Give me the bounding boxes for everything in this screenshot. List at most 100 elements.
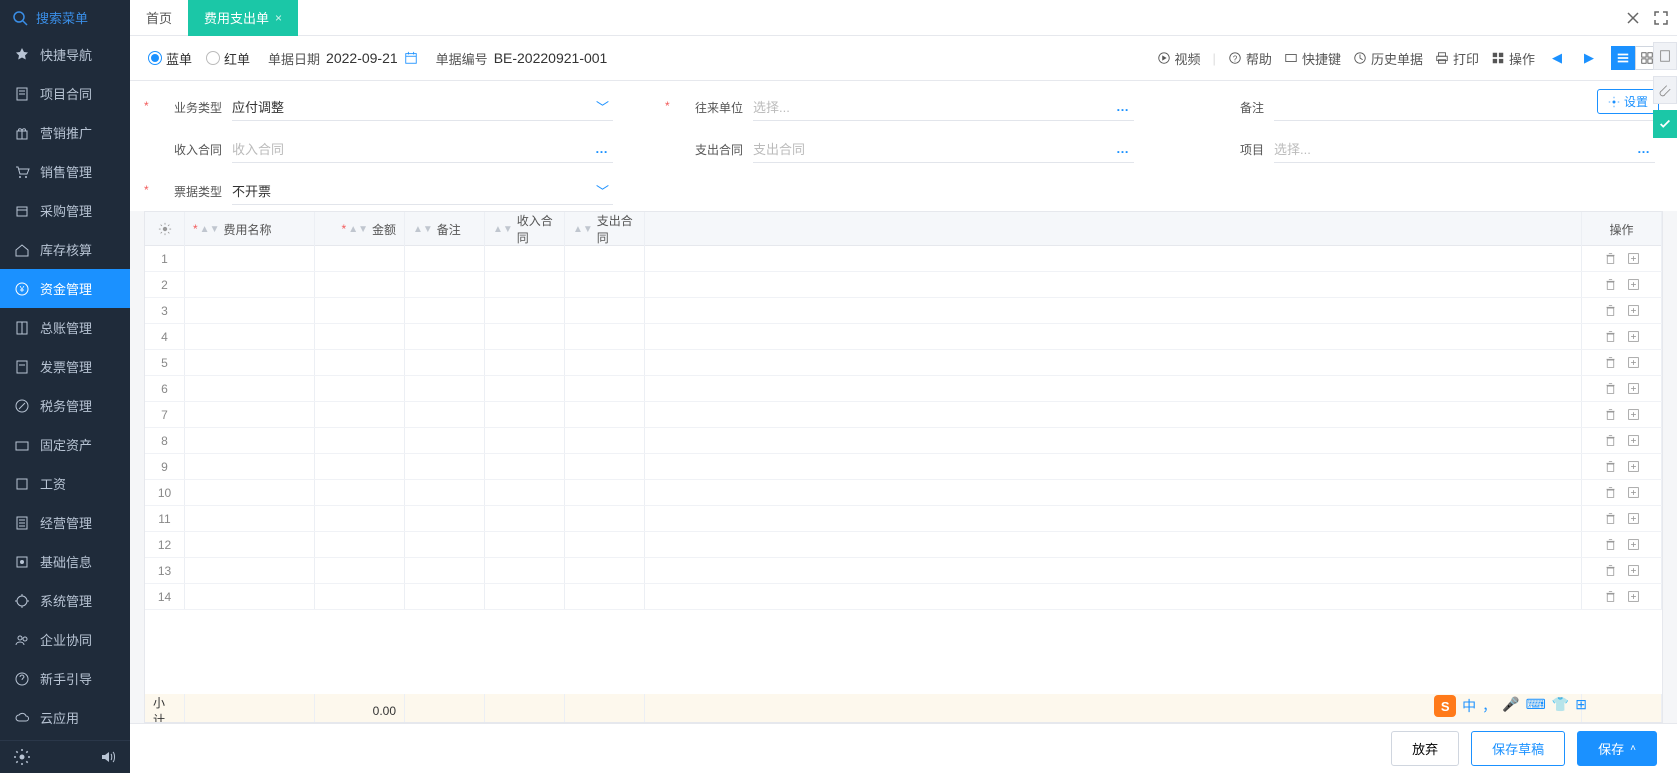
table-row[interactable]: 1 [145,246,1662,272]
add-row-icon[interactable] [1627,278,1640,291]
cell-amount[interactable] [315,272,405,297]
cell-expense-contract[interactable] [565,402,645,427]
add-row-icon[interactable] [1627,330,1640,343]
cell-remark[interactable] [405,454,485,479]
sidebar-item-doc[interactable]: 项目合同 [0,74,130,113]
cell-remark[interactable] [405,272,485,297]
cell-remark[interactable] [405,350,485,375]
select-business-type[interactable]: 应付调整 ﹀ [232,93,613,121]
delete-row-icon[interactable] [1604,356,1617,369]
cell-expense-contract[interactable] [565,324,645,349]
cell-expense-contract[interactable] [565,246,645,271]
add-row-icon[interactable] [1627,434,1640,447]
cell-fee-name[interactable] [185,350,315,375]
cell-income-contract[interactable] [485,584,565,609]
cell-income-contract[interactable] [485,428,565,453]
prev-record-button[interactable]: ◀ [1547,48,1567,68]
add-row-icon[interactable] [1627,538,1640,551]
cell-amount[interactable] [315,350,405,375]
sidebar-item-cart[interactable]: 销售管理 [0,152,130,191]
ime-item[interactable]: 🎤 [1502,696,1519,716]
ime-logo-icon[interactable]: S [1434,695,1456,717]
delete-row-icon[interactable] [1604,252,1617,265]
cell-amount[interactable] [315,454,405,479]
cell-amount[interactable] [315,298,405,323]
col-fee-name[interactable]: ▲▼费用名称 [185,212,315,246]
radio-blue[interactable]: 蓝单 [148,49,192,68]
table-row[interactable]: 8 [145,428,1662,454]
sidebar-item-home[interactable]: 库存核算 [0,230,130,269]
cell-income-contract[interactable] [485,350,565,375]
cell-remark[interactable] [405,480,485,505]
cell-amount[interactable] [315,246,405,271]
cell-expense-contract[interactable] [565,584,645,609]
gear-icon[interactable] [14,749,30,765]
cell-fee-name[interactable] [185,506,315,531]
next-record-button[interactable]: ▶ [1579,48,1599,68]
cell-fee-name[interactable] [185,454,315,479]
col-remark[interactable]: ▲▼备注 [405,212,485,246]
rail-attach-button[interactable] [1653,76,1677,104]
cell-remark[interactable] [405,324,485,349]
cell-fee-name[interactable] [185,584,315,609]
sidebar-item-tax[interactable]: 税务管理 [0,386,130,425]
table-row[interactable]: 9 [145,454,1662,480]
cell-amount[interactable] [315,506,405,531]
table-row[interactable]: 4 [145,324,1662,350]
cell-income-contract[interactable] [485,324,565,349]
cell-income-contract[interactable] [485,272,565,297]
discard-button[interactable]: 放弃 [1391,731,1459,766]
delete-row-icon[interactable] [1604,382,1617,395]
add-row-icon[interactable] [1627,564,1640,577]
cell-fee-name[interactable] [185,298,315,323]
cell-income-contract[interactable] [485,532,565,557]
delete-row-icon[interactable] [1604,486,1617,499]
cell-expense-contract[interactable] [565,480,645,505]
video-link[interactable]: 视频 [1157,49,1201,68]
history-link[interactable]: 历史单据 [1353,49,1423,68]
select-vendor[interactable]: 选择... … [753,93,1134,121]
bill-date-value[interactable]: 2022-09-21 [326,50,398,66]
cell-expense-contract[interactable] [565,532,645,557]
cell-fee-name[interactable] [185,246,315,271]
select-expense-contract[interactable]: 支出合同 … [753,135,1134,163]
cell-income-contract[interactable] [485,506,565,531]
view-list-button[interactable] [1611,46,1635,70]
sidebar-item-star[interactable]: 快捷导航 [0,35,130,74]
delete-row-icon[interactable] [1604,278,1617,291]
delete-row-icon[interactable] [1604,460,1617,473]
add-row-icon[interactable] [1627,486,1640,499]
add-row-icon[interactable] [1627,590,1640,603]
add-row-icon[interactable] [1627,460,1640,473]
cell-fee-name[interactable] [185,558,315,583]
table-row[interactable]: 13 [145,558,1662,584]
cell-amount[interactable] [315,402,405,427]
cell-amount[interactable] [315,532,405,557]
col-income-contract[interactable]: ▲▼收入合同 [485,212,565,246]
ime-item[interactable]: 中 [1462,696,1476,716]
cell-expense-contract[interactable] [565,506,645,531]
delete-row-icon[interactable] [1604,538,1617,551]
sidebar-search[interactable]: 搜索菜单 [0,0,130,35]
cell-fee-name[interactable] [185,480,315,505]
save-draft-button[interactable]: 保存草稿 [1471,731,1565,766]
sidebar-item-info[interactable]: 基础信息 [0,542,130,581]
select-invoice-type[interactable]: 不开票 ﹀ [232,177,613,205]
table-row[interactable]: 14 [145,584,1662,610]
delete-row-icon[interactable] [1604,408,1617,421]
cell-fee-name[interactable] [185,324,315,349]
cell-remark[interactable] [405,506,485,531]
cell-income-contract[interactable] [485,402,565,427]
add-row-icon[interactable] [1627,304,1640,317]
delete-row-icon[interactable] [1604,304,1617,317]
cell-fee-name[interactable] [185,272,315,297]
shortcut-link[interactable]: 快捷键 [1284,49,1341,68]
sidebar-item-cloud[interactable]: 云应用 [0,698,130,737]
rail-check-button[interactable] [1653,110,1677,138]
column-config-button[interactable] [145,212,185,246]
cell-remark[interactable] [405,428,485,453]
sidebar-item-asset[interactable]: 固定资产 [0,425,130,464]
table-row[interactable]: 10 [145,480,1662,506]
cell-fee-name[interactable] [185,532,315,557]
cell-amount[interactable] [315,428,405,453]
